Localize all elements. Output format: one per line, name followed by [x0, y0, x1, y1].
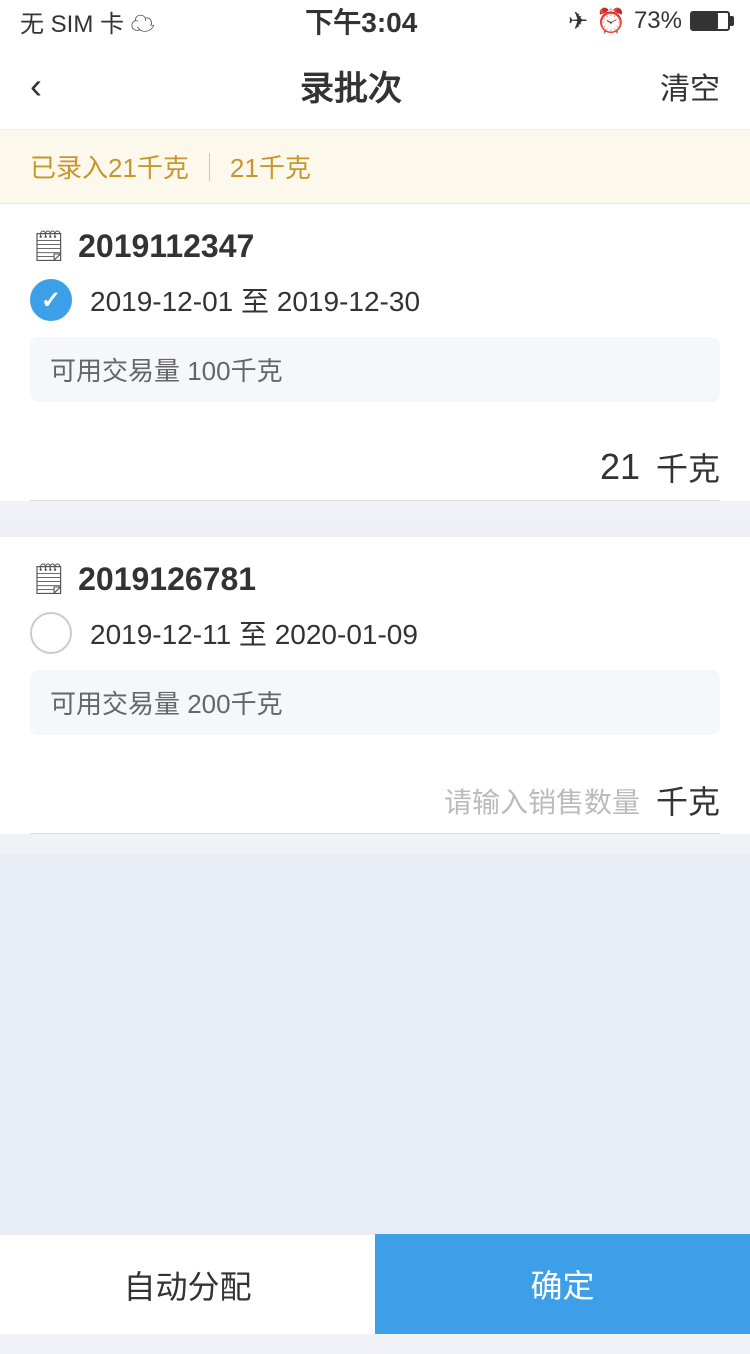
alarm-icon: ⏰ — [596, 7, 626, 36]
status-left: 无 SIM 卡 ☁ — [20, 4, 155, 39]
batch2-input-row: 千克 — [0, 759, 750, 823]
back-button[interactable]: ‹ — [30, 65, 42, 107]
clear-button[interactable]: 清空 — [660, 64, 720, 108]
batch2-inner: 🗒 2019126781 2019-12-11 至 2020-01-09 可用交… — [0, 537, 750, 759]
content-scroll: 🗒 2019112347 2019-12-01 至 2019-12-30 可用交… — [0, 204, 750, 1354]
batch1-underline — [30, 500, 720, 501]
batch2-underline — [30, 833, 720, 834]
batch1-value: 21 — [600, 446, 640, 488]
batch2-radio[interactable] — [30, 612, 72, 654]
batch1-header: 🗒 2019112347 — [30, 228, 720, 265]
batch2-qty-input[interactable] — [30, 779, 640, 821]
summary-divider — [209, 153, 210, 181]
batch2-qty-box: 可用交易量 200千克 — [30, 670, 720, 735]
no-sim-text: 无 SIM 卡 ☁ — [20, 4, 155, 39]
battery-icon — [690, 11, 730, 31]
signal-icon: ✈ — [568, 7, 588, 36]
footer: 自动分配 确定 — [0, 1234, 750, 1334]
batch1-inner: 🗒 2019112347 2019-12-01 至 2019-12-30 可用交… — [0, 204, 750, 426]
batch2-date-row: 2019-12-11 至 2020-01-09 — [30, 612, 720, 654]
confirm-button[interactable]: 确定 — [375, 1234, 750, 1334]
battery-percent: 73% — [634, 7, 682, 35]
batch1-id: 2019112347 — [78, 228, 254, 265]
batch1-date: 2019-12-01 至 2019-12-30 — [90, 280, 420, 320]
bottom-spacer — [0, 854, 750, 1254]
batch2-id: 2019126781 — [78, 561, 256, 598]
batch1-unit: 千克 — [656, 444, 720, 490]
batch1-qty-box: 可用交易量 100千克 — [30, 337, 720, 402]
recorded-label: 已录入21千克 — [30, 148, 189, 185]
batch1-input-row: 21 千克 — [0, 426, 750, 490]
batch2-unit: 千克 — [656, 777, 720, 823]
batch1-date-row: 2019-12-01 至 2019-12-30 — [30, 279, 720, 321]
batch2-card: 🗒 2019126781 2019-12-11 至 2020-01-09 可用交… — [0, 537, 750, 834]
page-title: 录批次 — [300, 61, 402, 110]
auto-distribute-button[interactable]: 自动分配 — [0, 1234, 375, 1334]
batch1-icon: 🗒 — [30, 229, 68, 264]
nav-bar: ‹ 录批次 清空 — [0, 42, 750, 130]
summary-banner: 已录入21千克 21千克 — [0, 130, 750, 204]
batch2-header: 🗒 2019126781 — [30, 561, 720, 598]
status-time: 下午3:04 — [305, 1, 417, 41]
batch2-icon: 🗒 — [30, 562, 68, 597]
batch1-card: 🗒 2019112347 2019-12-01 至 2019-12-30 可用交… — [0, 204, 750, 501]
recorded-amount: 21千克 — [230, 148, 311, 185]
status-bar: 无 SIM 卡 ☁ 下午3:04 ✈ ⏰ 73% — [0, 0, 750, 42]
section-separator — [0, 521, 750, 537]
status-right: ✈ ⏰ 73% — [568, 7, 730, 36]
batch2-date: 2019-12-11 至 2020-01-09 — [90, 613, 418, 653]
batch1-radio[interactable] — [30, 279, 72, 321]
